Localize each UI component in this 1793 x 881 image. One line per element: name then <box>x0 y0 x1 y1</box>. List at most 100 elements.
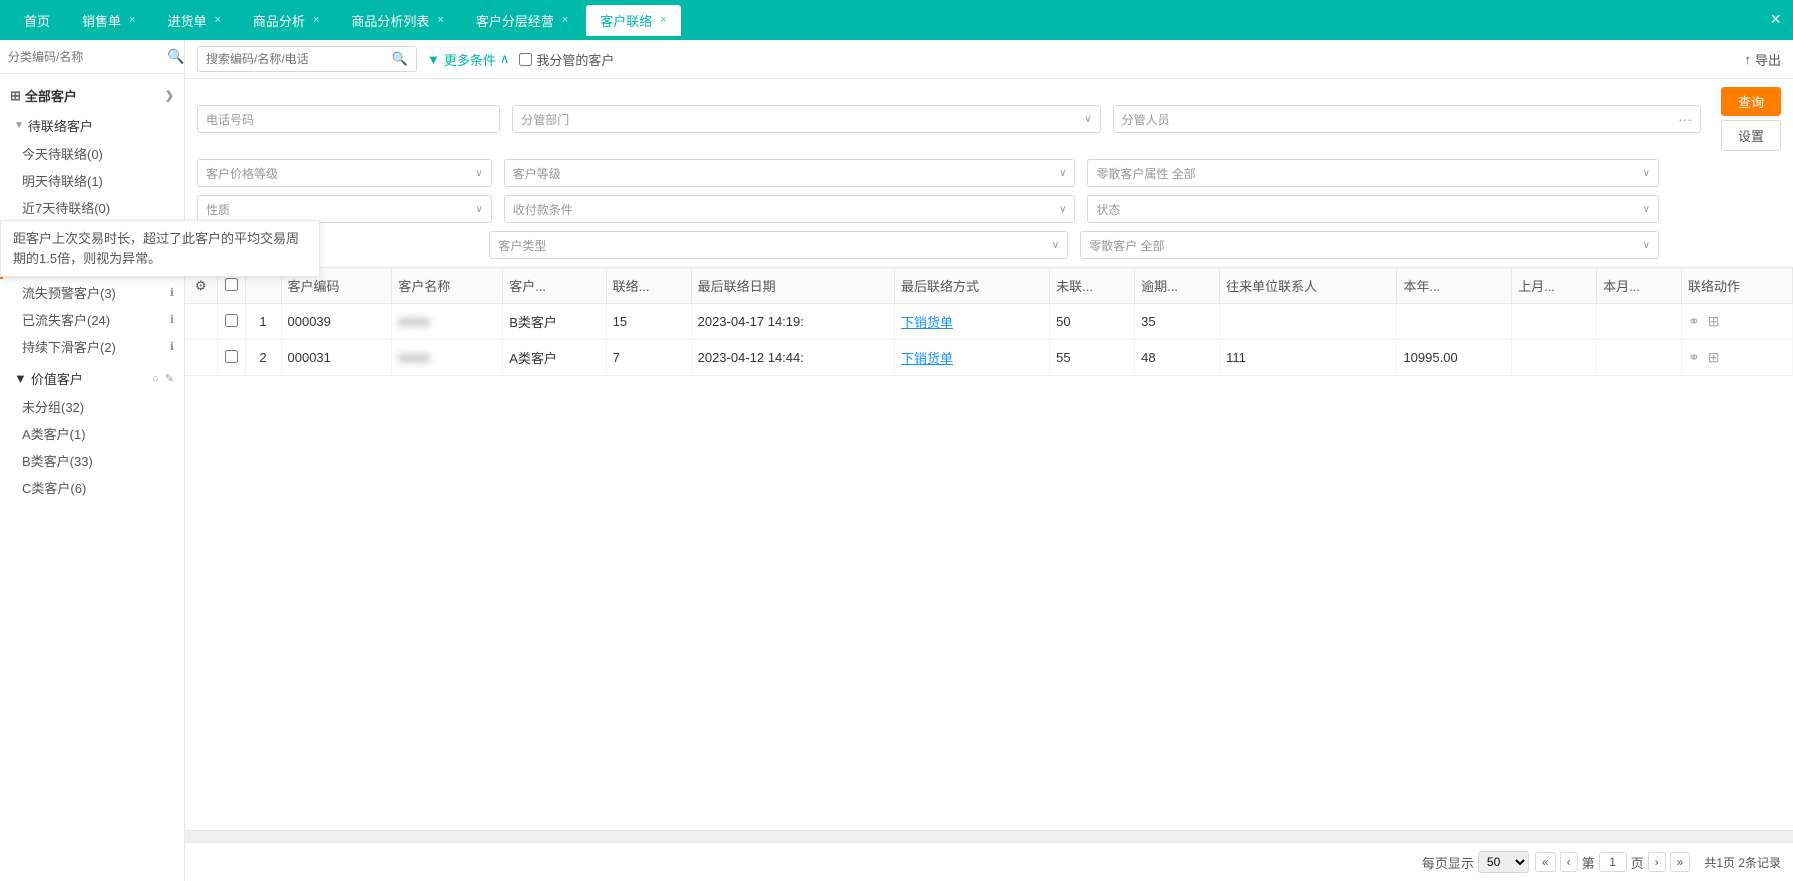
filter-customer-grade-field[interactable]: 客户等级 ∨ <box>504 159 1076 187</box>
row2-unread: 55 <box>1050 340 1135 376</box>
my-customers-checkbox-label[interactable]: 我分管的客户 <box>519 50 614 69</box>
col-header-name[interactable]: 客户名称 <box>392 268 503 304</box>
sidebar-pending-header[interactable]: ▼ 待联络客户 <box>0 111 184 140</box>
export-button[interactable]: ↑ 导出 <box>1744 50 1781 69</box>
value-customer-label: 价值客户 <box>31 369 83 388</box>
current-page-input[interactable]: 1 <box>1599 852 1627 872</box>
sidebar-all-customers[interactable]: ⊞ 全部客户 ❯ <box>0 80 184 111</box>
tab-analysis-list[interactable]: 商品分析列表 × <box>337 5 457 36</box>
sidebar-item-ungroup[interactable]: 未分组(32) <box>0 393 184 420</box>
row1-action: ⚭ ⊞ <box>1682 304 1793 340</box>
sidebar-item-today[interactable]: 今天待联络(0) <box>0 140 184 167</box>
tab-purchase[interactable]: 进货单 × <box>153 5 234 36</box>
col-header-type[interactable]: 客户... <box>503 268 606 304</box>
row1-type: B类客户 <box>503 304 606 340</box>
filter-manager-field[interactable]: 分管人员 ··· <box>1113 105 1701 133</box>
sidebar-search-input[interactable] <box>8 50 163 64</box>
tab-analysis-list-close[interactable]: × <box>437 14 443 26</box>
filter-row-1: 电话号码 分管部门 ∨ 分管人员 ··· 查询 设置 <box>197 87 1781 151</box>
export-icon: ↑ <box>1744 52 1751 67</box>
tab-customer-contact[interactable]: 客户联络 × <box>586 5 680 36</box>
filter-price-grade-field[interactable]: 客户价格等级 ∨ <box>197 159 492 187</box>
row2-last-contact-method[interactable]: 下销货单 <box>894 340 1049 376</box>
c-class-label: C类客户(6) <box>22 478 86 497</box>
tab-customer-contact-label: 客户联络 <box>600 11 652 30</box>
7days-pending-label: 近7天待联络(0) <box>22 198 110 217</box>
sidebar-item-declining[interactable]: 持续下滑客户(2) ℹ <box>0 333 184 360</box>
filter-customer-type-field[interactable]: 客户类型 ∨ <box>489 231 1068 259</box>
row2-method-link[interactable]: 下销货单 <box>901 351 953 366</box>
manager-dots-icon[interactable]: ··· <box>1678 111 1692 127</box>
per-page-select[interactable]: 20 50 100 <box>1478 851 1529 873</box>
sidebar-search-icon[interactable]: 🔍 <box>167 48 184 65</box>
col-header-action[interactable]: 联络动作 <box>1682 268 1793 304</box>
row1-company-contact <box>1220 304 1397 340</box>
row2-checkbox[interactable] <box>217 340 245 376</box>
filter-search-input[interactable] <box>206 52 386 66</box>
row1-link-icon[interactable]: ⚭ <box>1688 313 1700 330</box>
filter-payment-field[interactable]: 收付款条件 ∨ <box>504 195 1076 223</box>
row1-last-contact-method[interactable]: 下销货单 <box>894 304 1049 340</box>
tab-customer-layer[interactable]: 客户分层经营 × <box>462 5 582 36</box>
row1-name[interactable]: ■■■■ <box>392 304 503 340</box>
set-button[interactable]: 设置 <box>1721 120 1781 151</box>
horizontal-scrollbar[interactable] <box>185 830 1793 842</box>
tomorrow-pending-label: 明天待联络(1) <box>22 171 103 190</box>
last-page-button[interactable]: » <box>1670 852 1691 872</box>
row2-name[interactable]: ■■■■ <box>392 340 503 376</box>
filter-status-field[interactable]: 状态 ∨ <box>1087 195 1659 223</box>
sidebar-item-churn-warning[interactable]: 流失预警客户(3) ℹ <box>0 279 184 306</box>
declining-info-icon: ℹ <box>170 340 174 353</box>
row2-last-month <box>1512 340 1597 376</box>
filter-scatter-attr-field[interactable]: 零散客户属性 全部 ∨ <box>1087 159 1659 187</box>
sidebar-item-7days[interactable]: 近7天待联络(0) <box>0 194 184 221</box>
col-header-this-year[interactable]: 本年... <box>1397 268 1512 304</box>
row1-select-checkbox[interactable] <box>225 314 238 327</box>
col-header-company-contact[interactable]: 往来单位联系人 <box>1220 268 1397 304</box>
sidebar-item-c-class[interactable]: C类客户(6) <box>0 474 184 501</box>
prev-page-button[interactable]: ‹ <box>1560 852 1578 872</box>
col-header-last-contact-date[interactable]: 最后联络日期 <box>691 268 894 304</box>
more-conditions-button[interactable]: ▼ 更多条件 ∧ <box>427 50 509 69</box>
row2-grid-icon[interactable]: ⊞ <box>1708 349 1720 366</box>
tab-analysis[interactable]: 商品分析 × <box>239 5 333 36</box>
filter-search-icon[interactable]: 🔍 <box>392 51 408 67</box>
tab-purchase-close[interactable]: × <box>214 14 220 26</box>
first-page-button[interactable]: « <box>1535 852 1556 872</box>
row1-this-month <box>1597 304 1682 340</box>
col-header-this-month[interactable]: 本月... <box>1597 268 1682 304</box>
query-button[interactable]: 查询 <box>1721 87 1781 116</box>
tab-sales[interactable]: 销售单 × <box>68 5 149 36</box>
col-header-unread[interactable]: 未联... <box>1050 268 1135 304</box>
filter-dept-field[interactable]: 分管部门 ∨ <box>512 105 1100 133</box>
row1-grid-icon[interactable]: ⊞ <box>1708 313 1720 330</box>
col-header-contact-count[interactable]: 联络... <box>606 268 691 304</box>
tab-sales-close[interactable]: × <box>129 14 135 26</box>
filter-phone-field[interactable]: 电话号码 <box>197 105 500 133</box>
my-customers-checkbox[interactable] <box>519 53 532 66</box>
select-all-checkbox[interactable] <box>225 278 238 291</box>
filter-scatter-customer-field[interactable]: 零散客户 全部 ∨ <box>1080 231 1659 259</box>
next-page-button[interactable]: › <box>1648 852 1666 872</box>
sidebar-value-header[interactable]: ▼ 价值客户 ○ ✎ <box>0 364 184 393</box>
col-header-overdue[interactable]: 逾期... <box>1135 268 1220 304</box>
sidebar-item-b-class[interactable]: B类客户(33) <box>0 447 184 474</box>
tab-customer-layer-close[interactable]: × <box>562 14 568 26</box>
sidebar-item-churned[interactable]: 已流失客户(24) ℹ <box>0 306 184 333</box>
filter-nature-field[interactable]: 性质 ∨ <box>197 195 492 223</box>
sidebar-item-a-class[interactable]: A类客户(1) <box>0 420 184 447</box>
tab-home[interactable]: 首页 <box>10 5 64 36</box>
tab-customer-contact-close[interactable]: × <box>660 14 666 26</box>
sidebar-item-tomorrow[interactable]: 明天待联络(1) <box>0 167 184 194</box>
close-all-tabs-button[interactable]: × <box>1770 10 1781 28</box>
row2-link-icon[interactable]: ⚭ <box>1688 349 1700 366</box>
tab-analysis-close[interactable]: × <box>313 14 319 26</box>
row1-method-link[interactable]: 下销货单 <box>901 315 953 330</box>
value-edit-icon[interactable]: ✎ <box>165 372 174 385</box>
row2-select-checkbox[interactable] <box>225 350 238 363</box>
col-header-last-contact-method[interactable]: 最后联络方式 <box>894 268 1049 304</box>
col-header-last-month[interactable]: 上月... <box>1512 268 1597 304</box>
value-refresh-icon[interactable]: ○ <box>152 373 159 385</box>
row1-checkbox[interactable] <box>217 304 245 340</box>
tab-purchase-label: 进货单 <box>167 11 206 30</box>
